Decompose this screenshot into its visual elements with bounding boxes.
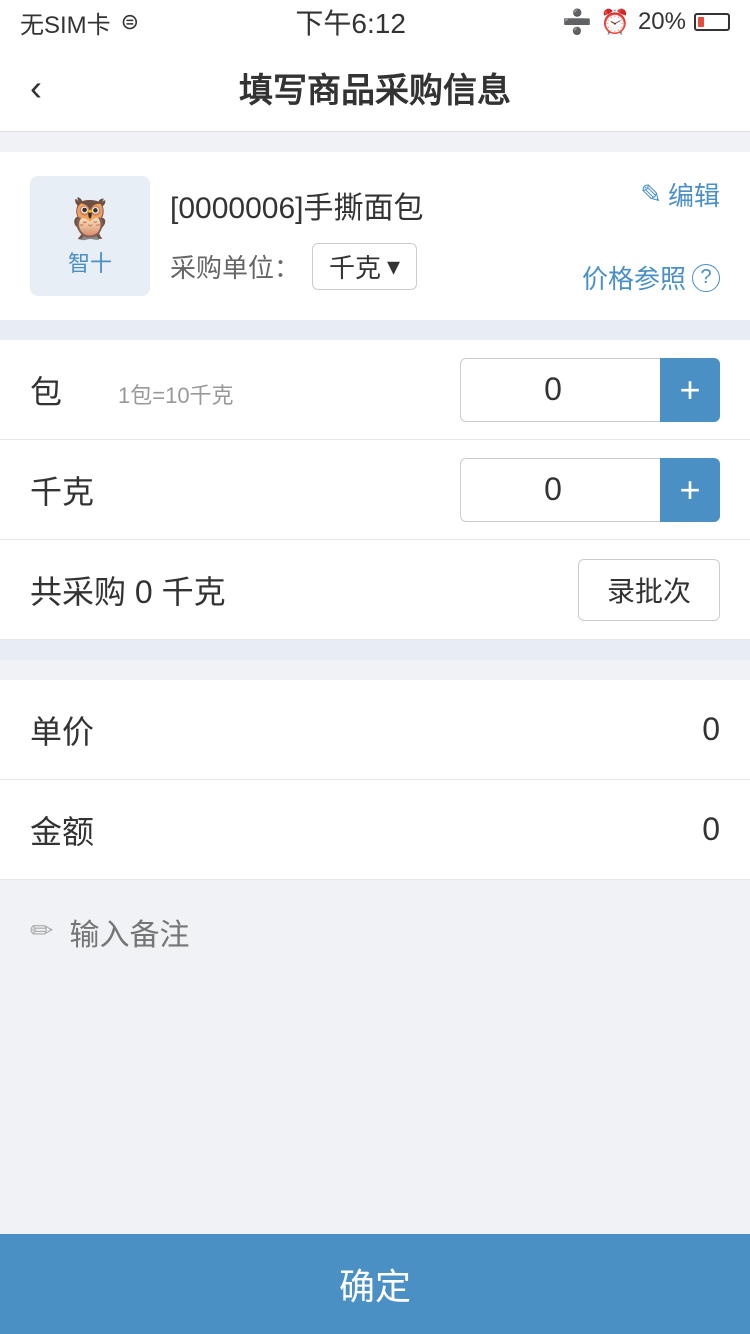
pencil-icon: ✏: [30, 914, 53, 947]
summary-row: 共采购 0 千克 录批次: [0, 540, 750, 640]
status-right: ➗ ⏰ 20%: [562, 8, 730, 37]
page-title: 填写商品采购信息: [239, 63, 511, 112]
pack-label: 包: [30, 367, 110, 413]
pack-plus-button[interactable]: +: [660, 358, 720, 422]
kg-input-row: 千克 +: [0, 440, 750, 540]
wifi-icon: ⊜: [121, 9, 139, 35]
location-icon: ➗: [562, 8, 592, 37]
product-card: 🦉 智十 [0000006]手撕面包 采购单位： 千克 ▾ ✎ 编辑 价格参照 …: [0, 152, 750, 320]
info-section: 单价 0 金额 0: [0, 680, 750, 880]
kg-input[interactable]: [460, 458, 660, 522]
input-section: 包 1包=10千克 + 千克 + 共采购 0 千克 录批次: [0, 340, 750, 640]
unit-label: 采购单位：: [170, 248, 300, 285]
amount-label: 金额: [30, 807, 94, 853]
carrier-label: 无SIM卡: [20, 5, 111, 40]
pack-label-wrap: 包 1包=10千克: [30, 367, 460, 413]
pack-field-wrap: +: [460, 358, 720, 422]
bottom-spacer: [0, 1140, 750, 1240]
unit-price-row: 单价 0: [0, 680, 750, 780]
unit-price-value: 0: [702, 711, 720, 748]
battery-icon: [694, 13, 730, 31]
price-ref-button[interactable]: 价格参照 ?: [582, 259, 720, 296]
pack-sublabel: 1包=10千克: [118, 378, 234, 410]
status-bar: 无SIM卡 ⊜ 下午6:12 ➗ ⏰ 20%: [0, 0, 750, 44]
product-logo-text: 智十: [68, 246, 112, 278]
kg-plus-button[interactable]: +: [660, 458, 720, 522]
unit-price-label: 单价: [30, 707, 94, 753]
help-icon: ?: [692, 264, 720, 292]
divider-top: [0, 320, 750, 340]
edit-icon: ✎: [640, 179, 662, 210]
pack-input-row: 包 1包=10千克 +: [0, 340, 750, 440]
notes-section: ✏: [0, 880, 750, 1140]
nav-bar: ‹ 填写商品采购信息: [0, 44, 750, 132]
kg-label-wrap: 千克: [30, 467, 460, 513]
price-ref-label: 价格参照: [582, 259, 686, 296]
kg-label: 千克: [30, 467, 110, 513]
product-logo-icon: 🦉: [65, 195, 115, 242]
status-left: 无SIM卡 ⊜: [20, 5, 139, 40]
amount-row: 金额 0: [0, 780, 750, 880]
notes-input[interactable]: [69, 910, 720, 978]
back-button[interactable]: ‹: [30, 67, 42, 109]
unit-dropdown[interactable]: 千克 ▾: [312, 243, 417, 290]
confirm-button[interactable]: 确定: [0, 1234, 750, 1334]
chevron-down-icon: ▾: [387, 251, 400, 282]
unit-value: 千克: [329, 248, 381, 285]
pack-input[interactable]: [460, 358, 660, 422]
summary-text: 共采购 0 千克: [30, 567, 226, 613]
kg-field-wrap: +: [460, 458, 720, 522]
status-time: 下午6:12: [295, 2, 406, 42]
product-name: [0000006]手撕面包: [170, 183, 720, 227]
product-image: 🦉 智十: [30, 176, 150, 296]
edit-button[interactable]: ✎ 编辑: [640, 176, 720, 213]
batch-button[interactable]: 录批次: [578, 559, 720, 621]
amount-value: 0: [702, 811, 720, 848]
alarm-icon: ⏰: [600, 8, 630, 37]
divider-mid: [0, 640, 750, 660]
battery-percent: 20%: [638, 8, 686, 36]
